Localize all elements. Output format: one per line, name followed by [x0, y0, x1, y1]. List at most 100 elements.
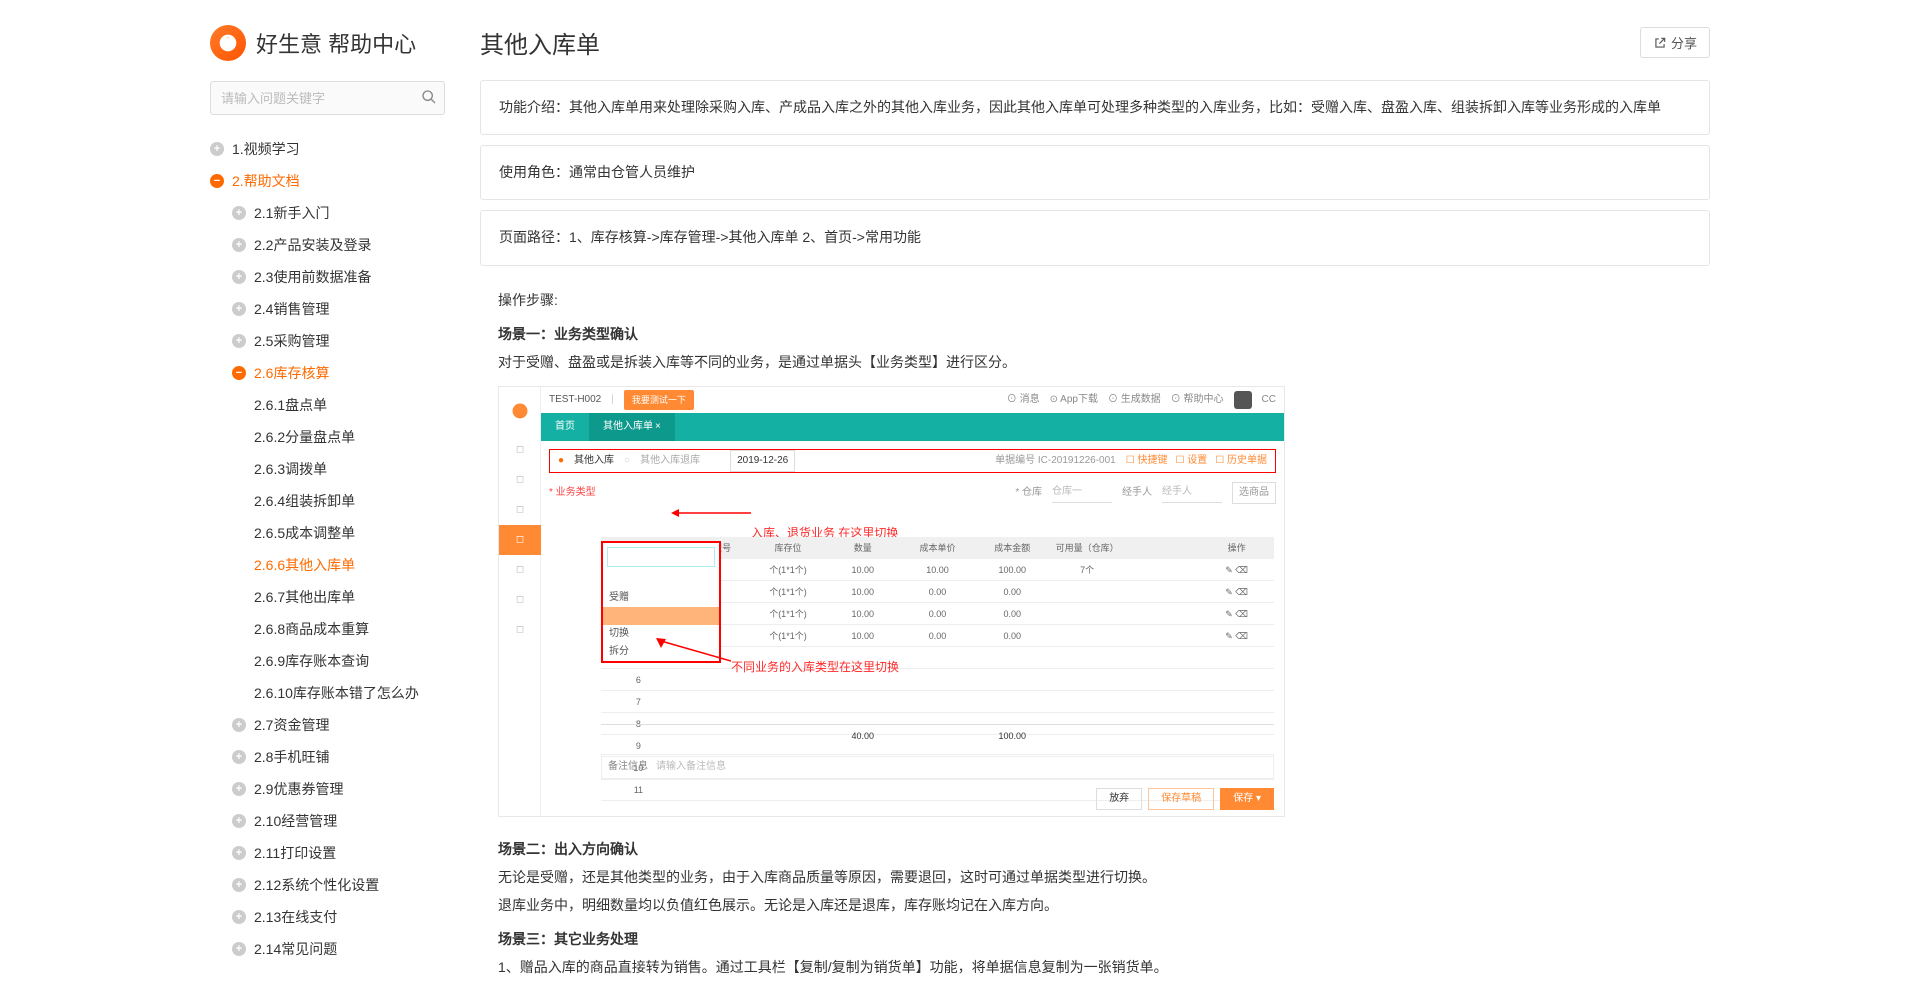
- col-header: 操作: [1199, 537, 1274, 559]
- nav-label: 2.7资金管理: [254, 709, 329, 741]
- handler-value: 经手人: [1162, 482, 1222, 503]
- nav-item[interactable]: +2.8手机旺铺: [210, 741, 445, 773]
- col-header: 成本金额: [975, 537, 1050, 559]
- side-icon-2: ◻: [499, 465, 541, 495]
- expand-icon: +: [232, 942, 246, 956]
- nav-item[interactable]: +2.11打印设置: [210, 837, 445, 869]
- nav-item[interactable]: +2.12系统个性化设置: [210, 869, 445, 901]
- nav-label: 2.12系统个性化设置: [254, 869, 379, 901]
- side-icon-3: ◻: [499, 495, 541, 525]
- col-header: 库存位: [751, 537, 826, 559]
- nav-item[interactable]: −2.帮助文档: [210, 165, 445, 197]
- intro-text: 其他入库单用来处理除采购入库、产成品入库之外的其他入库业务，因此其他入库单可处理…: [569, 99, 1661, 115]
- scenario2-title: 场景二：出入方向确认: [498, 835, 1692, 863]
- nav-label: 2.1新手入门: [254, 197, 329, 229]
- search-box: [210, 81, 445, 115]
- nav-label: 2.6.6其他入库单: [254, 549, 355, 581]
- nav-item[interactable]: 2.6.10库存账本错了怎么办: [210, 677, 445, 709]
- expand-icon: +: [232, 814, 246, 828]
- side-icon-5: ◻: [499, 555, 541, 585]
- nav-label: 2.13在线支付: [254, 901, 337, 933]
- quick-link: ☐ 快捷键: [1126, 451, 1168, 471]
- sum-qty: 40.00: [825, 725, 900, 746]
- date-field: 2019-12-26: [730, 450, 795, 472]
- col-header: 数量: [825, 537, 900, 559]
- nav-item[interactable]: +2.14常见问题: [210, 933, 445, 965]
- nav-label: 2.9优惠券管理: [254, 773, 343, 805]
- collapse-icon: −: [232, 366, 246, 380]
- side-icon-7: ◻: [499, 615, 541, 645]
- scenario1-text: 对于受赠、盘盈或是拆装入库等不同的业务，是通过单据头【业务类型】进行区分。: [498, 348, 1692, 376]
- nav-label: 2.10经营管理: [254, 805, 337, 837]
- search-icon[interactable]: [421, 89, 437, 108]
- nav-item[interactable]: 2.6.7其他出库单: [210, 581, 445, 613]
- account-name: TEST-H002: [549, 390, 601, 410]
- select-goods: 选商品: [1232, 482, 1276, 504]
- side-icon-stock: ◻: [499, 525, 541, 555]
- path-card: 页面路径：1、库存核算->库存管理->其他入库单 2、首页->常用功能: [480, 210, 1710, 265]
- expand-icon: +: [232, 878, 246, 892]
- nav-item[interactable]: 2.6.8商品成本重算: [210, 613, 445, 645]
- nav-item[interactable]: +2.7资金管理: [210, 709, 445, 741]
- nav-label: 2.6.5成本调整单: [254, 517, 355, 549]
- nav-label: 2.8手机旺铺: [254, 741, 329, 773]
- role-text: 通常由仓管人员维护: [569, 164, 695, 180]
- embedded-screenshot: ◻ ◻ ◻ ◻ ◻ ◻ ◻ TEST-H002 | 我要测试一下 ⊙ 消息⊙ A…: [498, 386, 1285, 817]
- annotation-2: 不同业务的入库类型在这里切换: [731, 655, 899, 679]
- page-title: 其他入库单: [480, 25, 600, 60]
- tab-home: 首页: [541, 413, 589, 441]
- nav-item[interactable]: +2.4销售管理: [210, 293, 445, 325]
- avatar: [1234, 391, 1252, 409]
- nav-item[interactable]: 2.6.3调拨单: [210, 453, 445, 485]
- site-logo-row: 好生意 帮助中心: [210, 25, 445, 61]
- nav-item[interactable]: +2.1新手入门: [210, 197, 445, 229]
- nav-label: 2.2产品安装及登录: [254, 229, 371, 261]
- nav-label: 2.14常见问题: [254, 933, 337, 965]
- path-label: 页面路径：: [499, 229, 569, 245]
- nav-item[interactable]: 2.6.2分量盘点单: [210, 421, 445, 453]
- nav-item[interactable]: 2.6.9库存账本查询: [210, 645, 445, 677]
- nav-label: 2.6库存核算: [254, 357, 329, 389]
- search-input[interactable]: [210, 81, 445, 115]
- docno-label: 单据编号: [995, 455, 1035, 466]
- nav-label: 2.11打印设置: [254, 837, 336, 869]
- topbar-item: ⊙ App下载: [1050, 390, 1098, 410]
- nav-tree: +1.视频学习−2.帮助文档+2.1新手入门+2.2产品安装及登录+2.3使用前…: [210, 133, 445, 965]
- nav-item[interactable]: 2.6.6其他入库单: [210, 549, 445, 581]
- share-icon: [1653, 36, 1667, 50]
- nav-label: 2.4销售管理: [254, 293, 329, 325]
- nav-label: 1.视频学习: [232, 133, 300, 165]
- share-button[interactable]: 分享: [1640, 27, 1710, 58]
- main-content: 其他入库单 分享 功能介绍：其他入库单用来处理除采购入库、产成品入库之外的其他入…: [465, 25, 1710, 991]
- expand-icon: +: [232, 270, 246, 284]
- app-logo-icon: [499, 387, 541, 435]
- nav-label: 2.6.4组装拆卸单: [254, 485, 355, 517]
- nav-item[interactable]: +2.5采购管理: [210, 325, 445, 357]
- collapse-icon: −: [210, 174, 224, 188]
- share-label: 分享: [1671, 33, 1697, 52]
- sum-amount: 100.00: [975, 725, 1050, 746]
- expand-icon: +: [232, 302, 246, 316]
- nav-label: 2.帮助文档: [232, 165, 300, 197]
- nav-item[interactable]: −2.6库存核算: [210, 357, 445, 389]
- topbar-item: ⊙ 帮助中心: [1171, 390, 1224, 410]
- remark-label: 备注信息: [608, 757, 648, 777]
- topbar-item: CC: [1262, 390, 1276, 410]
- action-button: 保存草稿: [1148, 788, 1214, 810]
- nav-item[interactable]: +2.10经营管理: [210, 805, 445, 837]
- nav-item[interactable]: +2.9优惠券管理: [210, 773, 445, 805]
- nav-label: 2.3使用前数据准备: [254, 261, 371, 293]
- nav-item[interactable]: 2.6.4组装拆卸单: [210, 485, 445, 517]
- remark-placeholder: 请输入备注信息: [656, 757, 726, 777]
- nav-item[interactable]: +1.视频学习: [210, 133, 445, 165]
- radio-return: 其他入库退库: [640, 451, 700, 471]
- dropdown-option: [603, 607, 719, 625]
- nav-item[interactable]: +2.2产品安装及登录: [210, 229, 445, 261]
- warehouse-value: 仓库一: [1052, 482, 1112, 503]
- nav-item[interactable]: +2.3使用前数据准备: [210, 261, 445, 293]
- nav-item[interactable]: 2.6.1盘点单: [210, 389, 445, 421]
- nav-item[interactable]: +2.13在线支付: [210, 901, 445, 933]
- dropdown-option: [603, 571, 719, 589]
- nav-label: 2.6.10库存账本错了怎么办: [254, 677, 419, 709]
- nav-item[interactable]: 2.6.5成本调整单: [210, 517, 445, 549]
